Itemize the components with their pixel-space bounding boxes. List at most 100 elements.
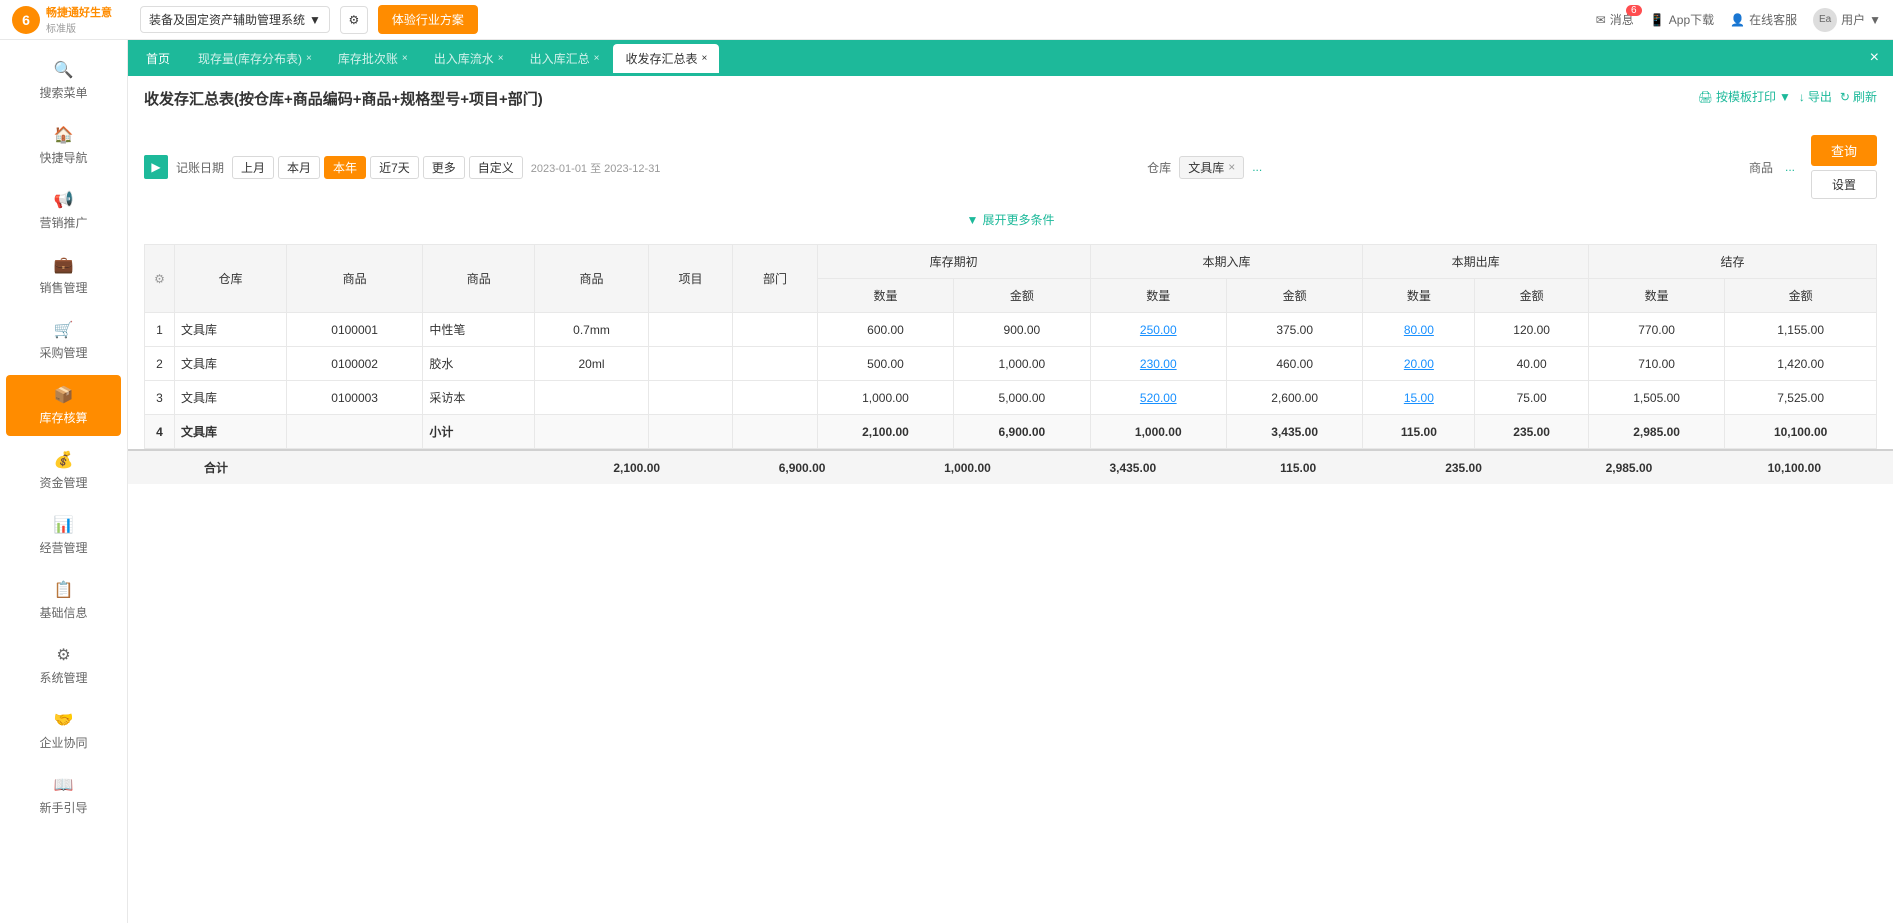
cell-in-amount-0: 375.00 (1226, 313, 1362, 347)
expand-icon: ▼ (967, 213, 979, 227)
cell-out-qty-0[interactable]: 80.00 (1363, 313, 1475, 347)
page-content: 收发存汇总表(按仓库+商品编码+商品+规格型号+项目+部门) 🖨 按模板打印 ▼… (128, 76, 1893, 923)
tab-close-in-out-flow[interactable]: × (498, 53, 504, 64)
top-bar: 6 畅捷通好生意 标准版 装备及固定资产辅助管理系统 ▼ ⚙ 体验行业方案 ✉ … (0, 0, 1893, 40)
cell-in-qty-0[interactable]: 250.00 (1090, 313, 1226, 347)
operations-icon: 📊 (54, 515, 74, 535)
tab-close-in-out-summary[interactable]: × (594, 53, 600, 64)
sidebar-item-sales[interactable]: 💼 销售管理 (6, 245, 121, 306)
tab-bar-right: × (1860, 49, 1889, 67)
th-closing-qty: 数量 (1588, 279, 1724, 313)
trial-button[interactable]: 体验行业方案 (378, 5, 478, 34)
tab-close-all-button[interactable]: × (1860, 49, 1889, 67)
cell-in-qty-1[interactable]: 230.00 (1090, 347, 1226, 381)
sidebar-item-base-info[interactable]: 📋 基础信息 (6, 570, 121, 631)
tab-batch-ledger[interactable]: 库存批次账 × (326, 44, 420, 73)
sidebar: 🔍 搜索菜单 🏠 快捷导航 📢 营销推广 💼 销售管理 🛒 采购管理 📦 库存核… (0, 40, 128, 923)
sidebar-item-inventory[interactable]: 📦 库存核算 (6, 375, 121, 436)
settings-gear-button[interactable]: ⚙ (340, 6, 368, 34)
sidebar-item-enterprise[interactable]: 🤝 企业协同 (6, 700, 121, 761)
table-header-row-1: ⚙ 仓库 商品 商品 商品 项目 部门 库存期初 本期入库 本期出库 结存 (145, 245, 1877, 279)
th-opening-qty: 数量 (817, 279, 953, 313)
tab-close-batch-ledger[interactable]: × (402, 53, 408, 64)
cell-name-2: 采访本 (423, 381, 535, 415)
cell-dept-1 (733, 347, 818, 381)
finance-icon: 💰 (54, 450, 74, 470)
sidebar-item-quick-nav[interactable]: 🏠 快捷导航 (6, 115, 121, 176)
page-header: 收发存汇总表(按仓库+商品编码+商品+规格型号+项目+部门) 🖨 按模板打印 ▼… (128, 76, 1893, 125)
date-btn-more[interactable]: 更多 (423, 156, 465, 179)
th-goods-code: 商品 (286, 245, 422, 313)
sidebar-item-operations[interactable]: 📊 经营管理 (6, 505, 121, 566)
date-btn-last-month[interactable]: 上月 (232, 156, 274, 179)
enterprise-icon: 🤝 (54, 710, 74, 730)
cell-out-qty-2[interactable]: 15.00 (1363, 381, 1475, 415)
date-filter-label: 记账日期 (176, 159, 224, 176)
cell-out-qty-1[interactable]: 20.00 (1363, 347, 1475, 381)
th-department: 部门 (733, 245, 818, 313)
sidebar-item-finance[interactable]: 💰 资金管理 (6, 440, 121, 501)
cell-closing-qty-0: 770.00 (1588, 313, 1724, 347)
cell-closing-amount-2: 7,525.00 (1725, 381, 1877, 415)
tab-close-recv-send-summary[interactable]: × (701, 53, 707, 64)
date-btn-custom[interactable]: 自定义 (469, 156, 523, 179)
total-bar: 合计 2,100.00 6,900.00 1,000.00 3,435.00 1… (128, 449, 1893, 484)
date-btn-this-month[interactable]: 本月 (278, 156, 320, 179)
date-range-display: 2023-01-01 至 2023-12-31 (531, 158, 661, 176)
date-btn-this-year[interactable]: 本年 (324, 156, 366, 179)
th-out-qty: 数量 (1363, 279, 1475, 313)
filter-settings-button[interactable]: 设置 (1811, 170, 1877, 199)
main-table: ⚙ 仓库 商品 商品 商品 项目 部门 库存期初 本期入库 本期出库 结存 (144, 244, 1877, 449)
goods-filter-label: 商品 (1749, 159, 1773, 176)
goods-more-btn[interactable]: ... (1785, 160, 1795, 174)
tab-recv-send-summary[interactable]: 收发存汇总表 × (613, 44, 719, 73)
th-warehouse: 仓库 (175, 245, 287, 313)
print-button[interactable]: 🖨 按模板打印 ▼ (1698, 88, 1791, 105)
date-btn-7days[interactable]: 近7天 (370, 156, 419, 179)
tab-inventory-dist[interactable]: 现存量(库存分布表) × (186, 44, 324, 73)
online-service-item[interactable]: 👤 在线客服 (1730, 11, 1797, 28)
cell-out-amount-2: 75.00 (1475, 381, 1589, 415)
col-settings-header[interactable]: ⚙ (145, 245, 175, 313)
message-icon-item[interactable]: ✉ 消息 6 (1596, 11, 1634, 28)
expand-more-row: ▼ 展开更多条件 (144, 205, 1877, 234)
export-button[interactable]: ↓ 导出 (1799, 88, 1832, 105)
warehouse-tag-close[interactable]: × (1228, 160, 1235, 174)
tab-in-out-summary[interactable]: 出入库汇总 × (518, 44, 612, 73)
app-download-item[interactable]: 📱 App下载 (1650, 11, 1714, 28)
user-item[interactable]: Ea 用户 ▼ (1813, 8, 1881, 32)
refresh-button[interactable]: ↻ 刷新 (1840, 88, 1877, 105)
sidebar-item-search[interactable]: 🔍 搜索菜单 (6, 50, 121, 111)
filter-collapse-button[interactable]: ▶ (144, 155, 168, 179)
cell-code-2: 0100003 (286, 381, 422, 415)
tab-in-out-flow[interactable]: 出入库流水 × (422, 44, 516, 73)
warehouse-more-btn[interactable]: ... (1252, 160, 1262, 174)
sidebar-item-new-guide[interactable]: 📖 新手引导 (6, 765, 121, 826)
cell-in-qty-2[interactable]: 520.00 (1090, 381, 1226, 415)
sidebar-item-purchase[interactable]: 🛒 采购管理 (6, 310, 121, 371)
cell-opening-amount-2: 5,000.00 (954, 381, 1090, 415)
cell-closing-qty-1: 710.00 (1588, 347, 1724, 381)
tab-close-inventory-dist[interactable]: × (306, 53, 312, 64)
dropdown-icon: ▼ (309, 13, 321, 27)
system-selector[interactable]: 装备及固定资产辅助管理系统 ▼ (140, 6, 330, 33)
th-closing-amount: 金额 (1725, 279, 1877, 313)
print-dropdown-icon: ▼ (1779, 90, 1791, 104)
sidebar-item-system[interactable]: ⚙ 系统管理 (6, 635, 121, 696)
sidebar-item-marketing[interactable]: 📢 营销推广 (6, 180, 121, 241)
cell-out-amount-3: 235.00 (1475, 415, 1589, 449)
th-out-amount: 金额 (1475, 279, 1589, 313)
expand-more-btn[interactable]: ▼ 展开更多条件 (967, 205, 1055, 234)
tab-home[interactable]: 首页 (132, 44, 184, 73)
cell-in-qty-3: 1,000.00 (1090, 415, 1226, 449)
cell-spec-2 (535, 381, 648, 415)
column-settings-icon[interactable]: ⚙ (154, 272, 165, 286)
print-icon: 🖨 (1698, 90, 1713, 104)
cell-code-3 (286, 415, 422, 449)
cell-in-amount-2: 2,600.00 (1226, 381, 1362, 415)
system-selector-area: 装备及固定资产辅助管理系统 ▼ ⚙ 体验行业方案 (140, 5, 478, 34)
base-info-icon: 📋 (54, 580, 74, 600)
service-icon: 👤 (1730, 13, 1745, 27)
th-opening-group: 库存期初 (817, 245, 1090, 279)
query-button[interactable]: 查询 (1811, 135, 1877, 166)
